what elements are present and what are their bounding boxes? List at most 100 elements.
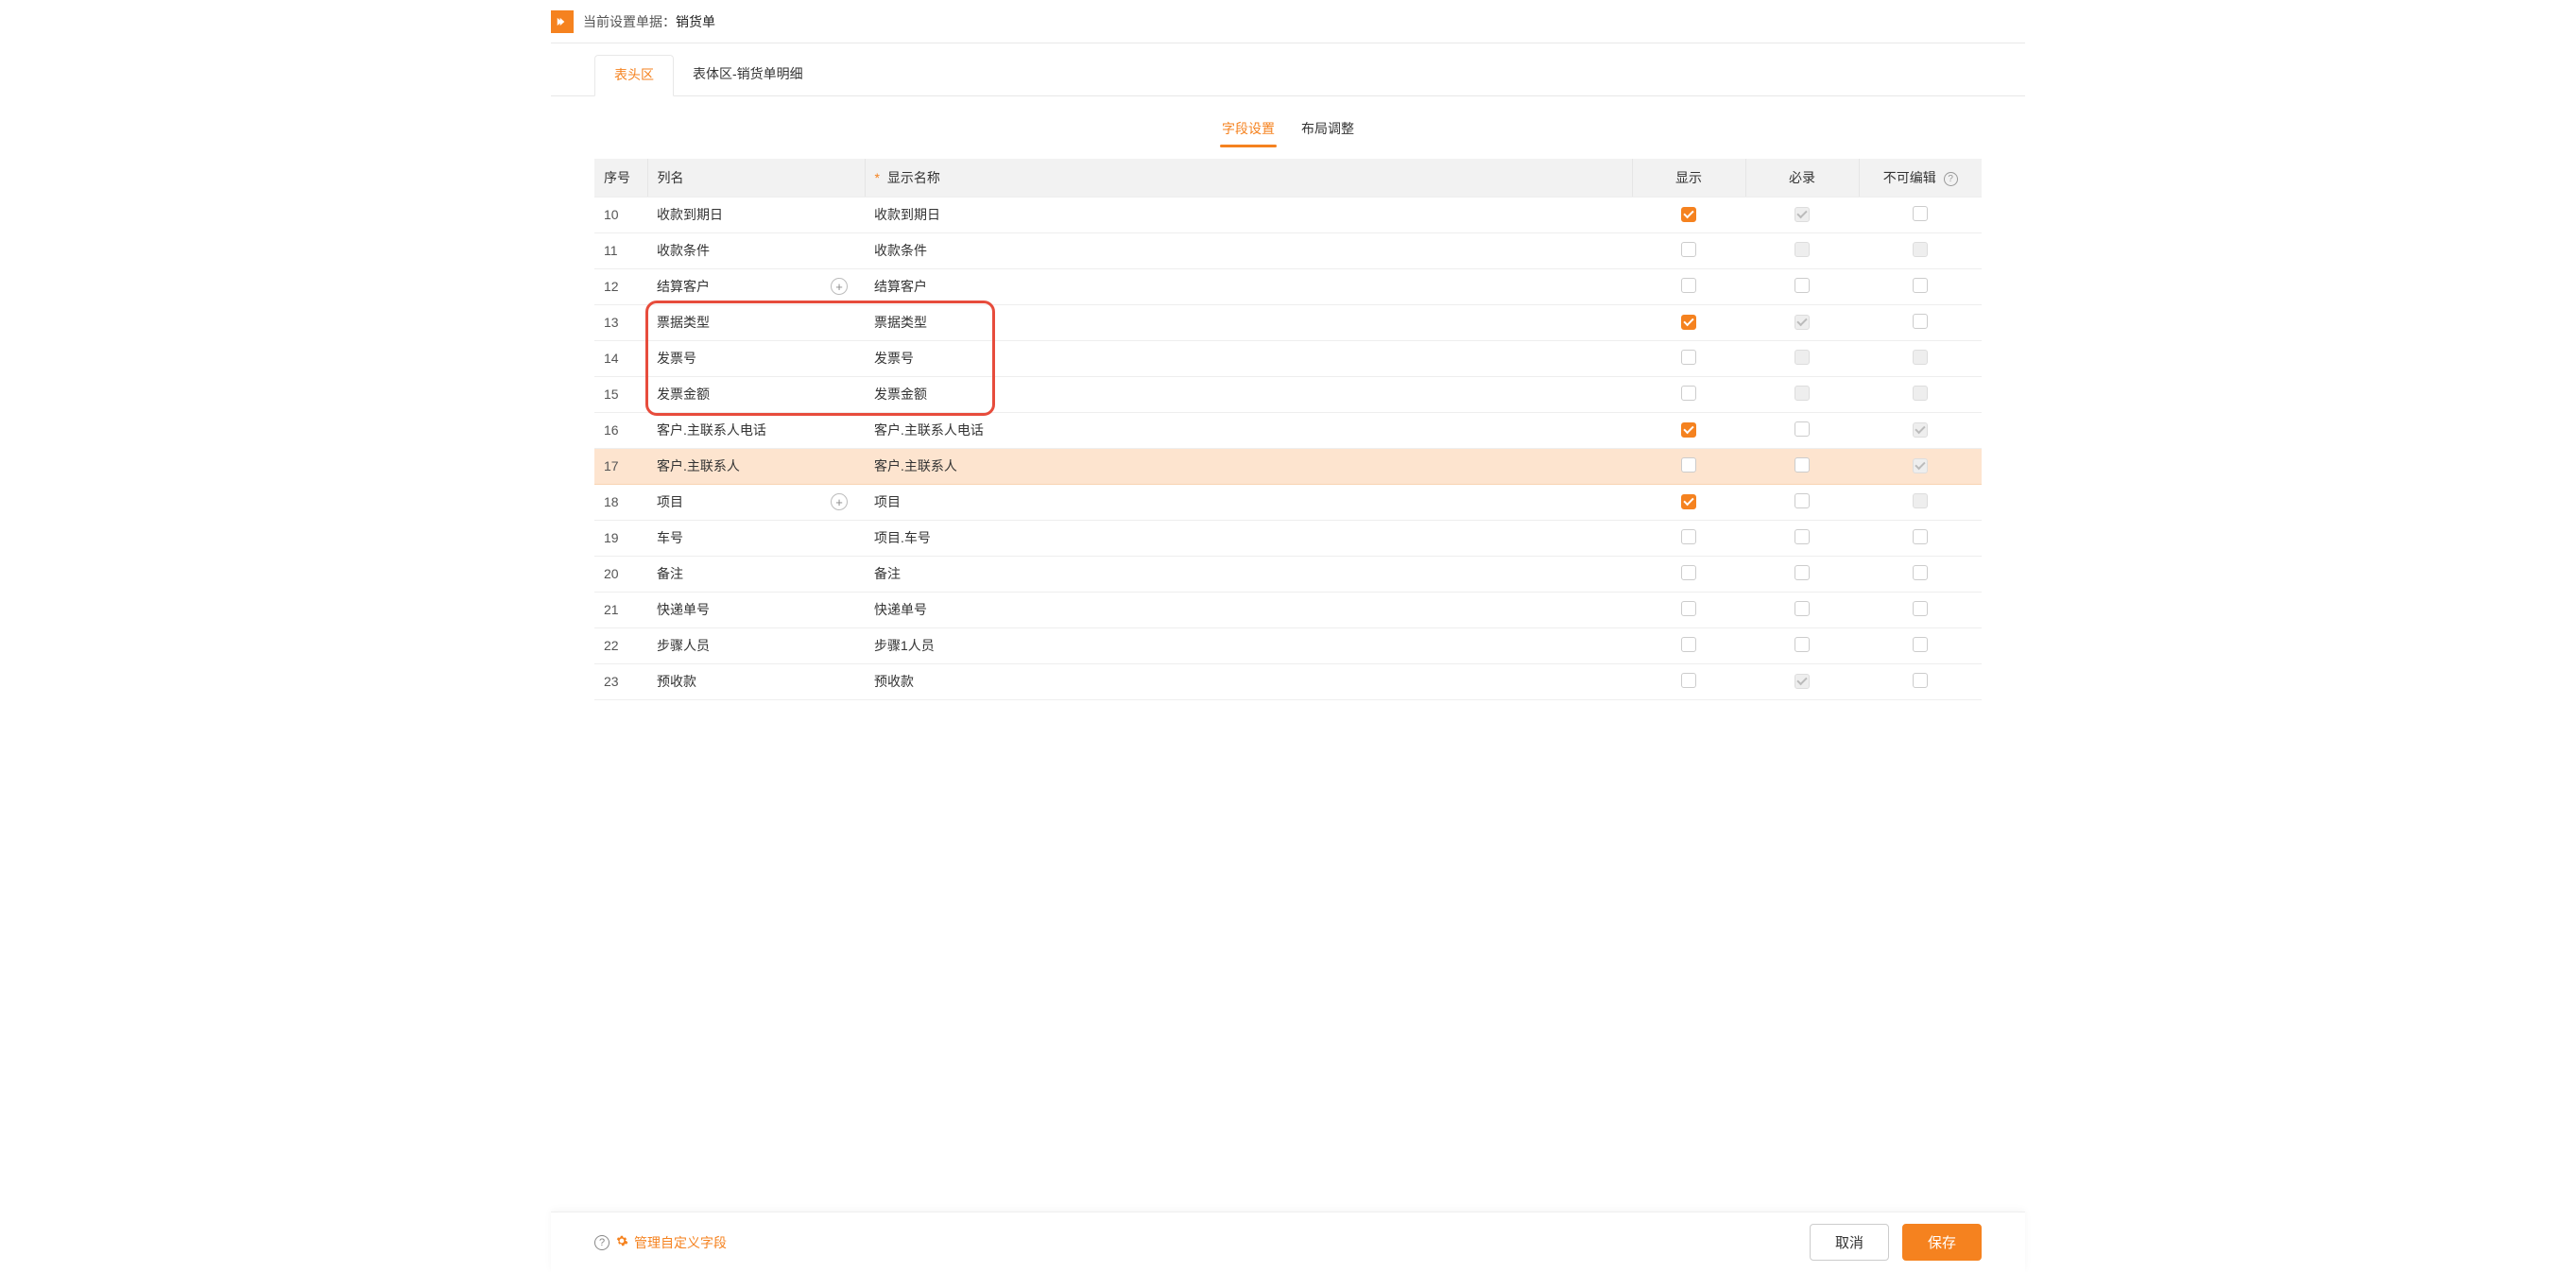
display-cell[interactable]: 结算客户 xyxy=(865,268,1632,304)
checkbox-uneditable xyxy=(1913,350,1928,365)
sub-tab-1[interactable]: 布局调整 xyxy=(1299,113,1356,147)
add-sub-icon[interactable]: + xyxy=(831,493,848,510)
checkbox-uneditable[interactable] xyxy=(1913,278,1928,293)
show-cell xyxy=(1632,197,1745,232)
checkbox-must[interactable] xyxy=(1795,565,1810,580)
checkbox-uneditable xyxy=(1913,242,1928,257)
checkbox-show[interactable] xyxy=(1681,315,1696,330)
seq-cell: 14 xyxy=(594,340,647,376)
seq-cell: 11 xyxy=(594,232,647,268)
checkbox-show[interactable] xyxy=(1681,350,1696,365)
table-row[interactable]: 21快递单号快递单号 xyxy=(594,592,1982,627)
display-cell[interactable]: 收款条件 xyxy=(865,232,1632,268)
display-cell[interactable]: 客户.主联系人电话 xyxy=(865,412,1632,448)
table-row[interactable]: 16客户.主联系人电话客户.主联系人电话 xyxy=(594,412,1982,448)
checkbox-uneditable[interactable] xyxy=(1913,206,1928,221)
seq-cell: 20 xyxy=(594,556,647,592)
checkbox-uneditable[interactable] xyxy=(1913,314,1928,329)
seq-cell: 13 xyxy=(594,304,647,340)
checkbox-show[interactable] xyxy=(1681,494,1696,509)
checkbox-show[interactable] xyxy=(1681,565,1696,580)
display-cell[interactable]: 步骤1人员 xyxy=(865,627,1632,663)
checkbox-must[interactable] xyxy=(1795,637,1810,652)
checkbox-must xyxy=(1795,315,1810,330)
display-cell[interactable]: 票据类型 xyxy=(865,304,1632,340)
must-cell xyxy=(1745,627,1859,663)
help-icon[interactable]: ? xyxy=(1944,172,1958,186)
checkbox-uneditable[interactable] xyxy=(1913,565,1928,580)
seq-cell: 22 xyxy=(594,627,647,663)
display-cell[interactable]: 客户.主联系人 xyxy=(865,448,1632,484)
display-cell[interactable]: 收款到期日 xyxy=(865,197,1632,232)
table-row[interactable]: 17客户.主联系人客户.主联系人 xyxy=(594,448,1982,484)
checkbox-must[interactable] xyxy=(1795,457,1810,473)
checkbox-must[interactable] xyxy=(1795,493,1810,508)
show-cell xyxy=(1632,627,1745,663)
save-button[interactable]: 保存 xyxy=(1902,1224,1982,1261)
table-row[interactable]: 11收款条件收款条件 xyxy=(594,232,1982,268)
table-row[interactable]: 12结算客户+结算客户 xyxy=(594,268,1982,304)
display-cell[interactable]: 项目 xyxy=(865,484,1632,520)
name-cell: 客户.主联系人电话 xyxy=(647,412,865,448)
must-cell xyxy=(1745,340,1859,376)
uneditable-cell xyxy=(1859,663,1982,699)
required-mark: * xyxy=(875,170,880,185)
must-cell xyxy=(1745,232,1859,268)
display-cell[interactable]: 预收款 xyxy=(865,663,1632,699)
cancel-button[interactable]: 取消 xyxy=(1810,1224,1889,1261)
add-sub-icon[interactable]: + xyxy=(831,278,848,295)
show-cell xyxy=(1632,592,1745,627)
uneditable-cell xyxy=(1859,232,1982,268)
checkbox-must xyxy=(1795,350,1810,365)
checkbox-must xyxy=(1795,207,1810,222)
checkbox-show[interactable] xyxy=(1681,637,1696,652)
col-header-uneditable: 不可编辑 ? xyxy=(1859,159,1982,197)
checkbox-uneditable[interactable] xyxy=(1913,637,1928,652)
checkbox-must[interactable] xyxy=(1795,278,1810,293)
table-row[interactable]: 13票据类型票据类型 xyxy=(594,304,1982,340)
table-row[interactable]: 19车号项目.车号 xyxy=(594,520,1982,556)
checkbox-show[interactable] xyxy=(1681,207,1696,222)
checkbox-uneditable xyxy=(1913,422,1928,438)
name-cell: 发票号 xyxy=(647,340,865,376)
expand-panel-button[interactable] xyxy=(551,10,574,33)
table-row[interactable]: 18项目+项目 xyxy=(594,484,1982,520)
display-cell[interactable]: 备注 xyxy=(865,556,1632,592)
checkbox-uneditable[interactable] xyxy=(1913,529,1928,544)
col-header-display-text: 显示名称 xyxy=(887,170,940,185)
table-row[interactable]: 22步骤人员步骤1人员 xyxy=(594,627,1982,663)
checkbox-uneditable[interactable] xyxy=(1913,673,1928,688)
table-row[interactable]: 14发票号发票号 xyxy=(594,340,1982,376)
seq-cell: 12 xyxy=(594,268,647,304)
checkbox-must[interactable] xyxy=(1795,421,1810,437)
checkbox-show[interactable] xyxy=(1681,601,1696,616)
checkbox-show[interactable] xyxy=(1681,529,1696,544)
name-cell: 客户.主联系人 xyxy=(647,448,865,484)
display-cell[interactable]: 快递单号 xyxy=(865,592,1632,627)
name-cell: 收款到期日 xyxy=(647,197,865,232)
checkbox-must[interactable] xyxy=(1795,529,1810,544)
checkbox-show[interactable] xyxy=(1681,386,1696,401)
checkbox-must[interactable] xyxy=(1795,601,1810,616)
uneditable-cell xyxy=(1859,520,1982,556)
display-cell[interactable]: 项目.车号 xyxy=(865,520,1632,556)
display-cell[interactable]: 发票金额 xyxy=(865,376,1632,412)
sub-tab-0[interactable]: 字段设置 xyxy=(1220,113,1277,147)
checkbox-show[interactable] xyxy=(1681,242,1696,257)
checkbox-show[interactable] xyxy=(1681,278,1696,293)
display-cell[interactable]: 发票号 xyxy=(865,340,1632,376)
checkbox-uneditable[interactable] xyxy=(1913,601,1928,616)
checkbox-show[interactable] xyxy=(1681,457,1696,473)
uneditable-cell xyxy=(1859,484,1982,520)
manage-custom-fields-link[interactable]: ? 管理自定义字段 xyxy=(594,1233,727,1252)
tab-0[interactable]: 表头区 xyxy=(594,55,674,96)
checkbox-show[interactable] xyxy=(1681,673,1696,688)
checkbox-show[interactable] xyxy=(1681,422,1696,438)
table-row[interactable]: 15发票金额发票金额 xyxy=(594,376,1982,412)
col-header-seq: 序号 xyxy=(594,159,647,197)
table-row[interactable]: 23预收款预收款 xyxy=(594,663,1982,699)
must-cell xyxy=(1745,412,1859,448)
table-row[interactable]: 20备注备注 xyxy=(594,556,1982,592)
table-row[interactable]: 10收款到期日收款到期日 xyxy=(594,197,1982,232)
tab-1[interactable]: 表体区-销货单明细 xyxy=(674,55,822,95)
